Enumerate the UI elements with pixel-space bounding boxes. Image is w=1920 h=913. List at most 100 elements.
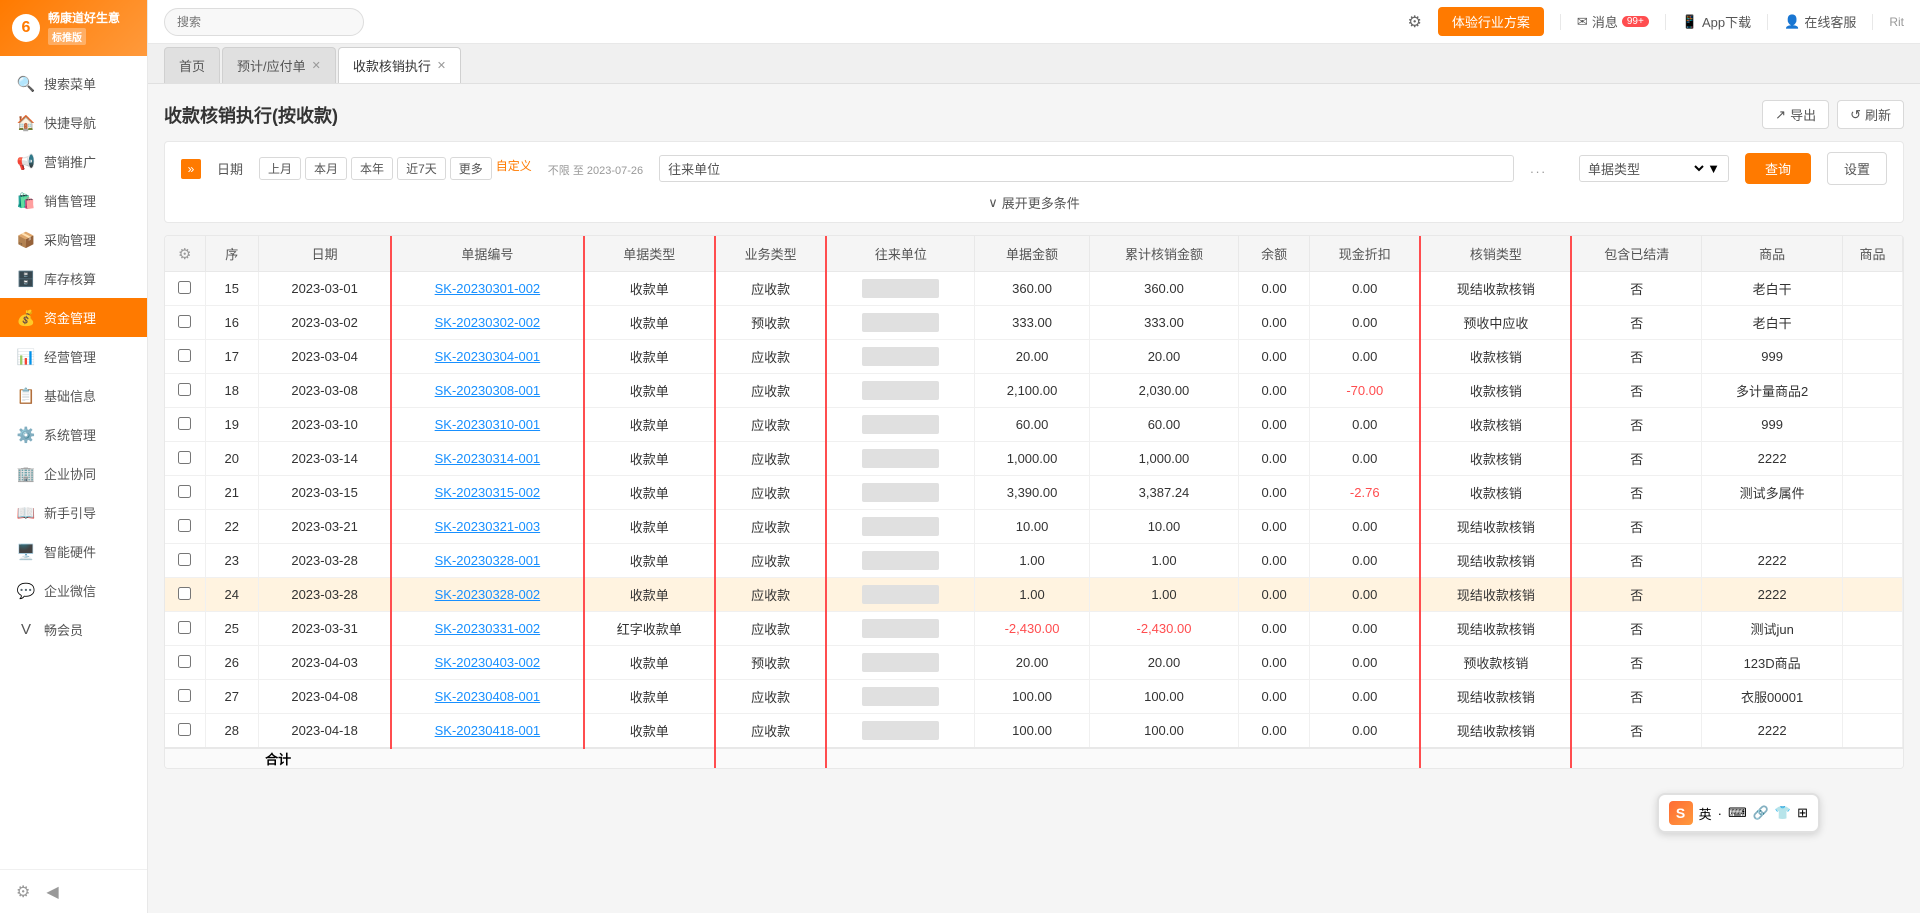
row-cash-discount: 0.00 <box>1310 714 1421 749</box>
bill-no-link[interactable]: SK-20230403-002 <box>435 655 541 670</box>
date-this-month[interactable]: 本月 <box>305 157 347 180</box>
row-product2 <box>1843 646 1903 680</box>
row-biz-type: 应收款 <box>715 272 827 306</box>
tab-collection[interactable]: 收款核销执行✕ <box>338 47 461 83</box>
sidebar-item-wechat[interactable]: 💬企业微信 <box>0 571 147 610</box>
bill-no-link[interactable]: SK-20230331-002 <box>435 621 541 636</box>
row-checkbox[interactable] <box>165 544 205 578</box>
bill-no-link[interactable]: SK-20230304-001 <box>435 349 541 364</box>
bill-no-link[interactable]: SK-20230328-001 <box>435 553 541 568</box>
tab-payable[interactable]: 预计/应付单✕ <box>222 47 336 83</box>
footer-bill-type <box>584 748 715 768</box>
row-bill-no: SK-20230418-001 <box>391 714 583 749</box>
row-checkbox[interactable] <box>165 646 205 680</box>
row-checkbox[interactable] <box>165 442 205 476</box>
bill-no-link[interactable]: SK-20230418-001 <box>435 723 541 738</box>
online-service[interactable]: 👤 在线客服 <box>1784 12 1856 31</box>
refresh-button[interactable]: ↺ 刷新 <box>1837 100 1904 129</box>
search-input[interactable] <box>164 8 364 36</box>
bill-no-link[interactable]: SK-20230321-003 <box>435 519 541 534</box>
table-row: 28 2023-04-18 SK-20230418-001 收款单 应收款 ██… <box>165 714 1903 749</box>
wechat-label: 企业微信 <box>44 581 96 600</box>
row-bill-no: SK-20230315-002 <box>391 476 583 510</box>
date-7days[interactable]: 近7天 <box>397 157 446 180</box>
row-checkbox[interactable] <box>165 612 205 646</box>
footer-cash-discount <box>1310 748 1421 768</box>
date-this-year[interactable]: 本年 <box>351 157 393 180</box>
partner-input[interactable] <box>720 161 1505 176</box>
date-last-month[interactable]: 上月 <box>259 157 301 180</box>
row-checkbox[interactable] <box>165 306 205 340</box>
collapse-icon[interactable]: ◀ <box>46 882 58 902</box>
sidebar-item-marketing[interactable]: 📢营销推广 <box>0 142 147 181</box>
bill-no-link[interactable]: SK-20230314-001 <box>435 451 541 466</box>
tab-close-collection[interactable]: ✕ <box>437 59 446 72</box>
mobile-icon: 📱 <box>1682 14 1698 30</box>
settings-col-header[interactable]: ⚙ <box>165 236 205 272</box>
row-checkbox[interactable] <box>165 374 205 408</box>
sidebar-item-finance[interactable]: 💰资金管理 <box>0 298 147 337</box>
sidebar-item-basic[interactable]: 📋基础信息 <box>0 376 147 415</box>
industry-btn[interactable]: 体验行业方案 <box>1438 7 1544 36</box>
row-bill-no: SK-20230304-001 <box>391 340 583 374</box>
sidebar-item-guide[interactable]: 📖新手引导 <box>0 493 147 532</box>
date-custom[interactable]: 自定义 <box>496 157 532 180</box>
tab-close-payable[interactable]: ✕ <box>312 59 321 72</box>
sidebar-item-enterprise[interactable]: 🏢企业协同 <box>0 454 147 493</box>
footer-product2 <box>1843 748 1903 768</box>
topbar-messages[interactable]: ✉ 消息 99+ <box>1577 12 1649 31</box>
app-download[interactable]: 📱 App下载 <box>1682 12 1751 31</box>
row-product: 衣服00001 <box>1702 680 1843 714</box>
sidebar-item-search[interactable]: 🔍搜索菜单 <box>0 64 147 103</box>
row-checkbox[interactable] <box>165 714 205 749</box>
row-checkbox[interactable] <box>165 578 205 612</box>
partner-col-header: 往来单位 <box>826 236 974 272</box>
bill-no-link[interactable]: SK-20230310-001 <box>435 417 541 432</box>
export-button[interactable]: ↗ 导出 <box>1762 100 1829 129</box>
sidebar-item-sales[interactable]: 🛍️销售管理 <box>0 181 147 220</box>
settings-button[interactable]: 设置 <box>1827 152 1887 185</box>
row-biz-type: 预收款 <box>715 646 827 680</box>
row-biz-type: 应收款 <box>715 476 827 510</box>
row-bill-no: SK-20230308-001 <box>391 374 583 408</box>
row-checkbox[interactable] <box>165 476 205 510</box>
expand-more-row[interactable]: ∨ 展开更多条件 <box>181 193 1887 212</box>
user-name[interactable]: Rit <box>1889 15 1904 29</box>
bill-no-link[interactable]: SK-20230328-002 <box>435 587 541 602</box>
receipt-type-select[interactable] <box>1648 160 1707 177</box>
refresh-icon: ↺ <box>1850 107 1861 123</box>
row-checkbox[interactable] <box>165 340 205 374</box>
sidebar-item-system[interactable]: ⚙️系统管理 <box>0 415 147 454</box>
sidebar-item-shortcut[interactable]: 🏠快捷导航 <box>0 103 147 142</box>
sidebar-item-inventory[interactable]: 🗄️库存核算 <box>0 259 147 298</box>
row-bill-type: 收款单 <box>584 374 715 408</box>
query-button[interactable]: 查询 <box>1745 153 1811 184</box>
bill-no-link[interactable]: SK-20230301-002 <box>435 281 541 296</box>
row-total-cancel: 1.00 <box>1089 544 1238 578</box>
sidebar-item-purchase[interactable]: 📦采购管理 <box>0 220 147 259</box>
cancel-type-col-header: 核销类型 <box>1420 236 1571 272</box>
message-badge: 99+ <box>1622 16 1649 27</box>
gear-icon[interactable]: ⚙ <box>1408 12 1422 32</box>
filter-expand-btn[interactable]: » <box>181 159 201 179</box>
row-seq: 18 <box>205 374 258 408</box>
sidebar-item-member[interactable]: V畅会员 <box>0 610 147 649</box>
row-checkbox[interactable] <box>165 408 205 442</box>
message-icon: ✉ <box>1577 14 1588 30</box>
sidebar-item-hardware[interactable]: 🖥️智能硬件 <box>0 532 147 571</box>
bill-no-link[interactable]: SK-20230315-002 <box>435 485 541 500</box>
bill-no-link[interactable]: SK-20230408-001 <box>435 689 541 704</box>
sidebar-item-operation[interactable]: 📊经营管理 <box>0 337 147 376</box>
bill-no-link[interactable]: SK-20230308-001 <box>435 383 541 398</box>
row-checkbox[interactable] <box>165 272 205 306</box>
date-more[interactable]: 更多 <box>450 157 492 180</box>
settings-footer-icon[interactable]: ⚙ <box>16 882 30 902</box>
row-include-settled: 否 <box>1571 646 1701 680</box>
row-checkbox[interactable] <box>165 680 205 714</box>
bill-no-link[interactable]: SK-20230302-002 <box>435 315 541 330</box>
row-cancel-type: 现结收款核销 <box>1420 612 1571 646</box>
tab-home[interactable]: 首页 <box>164 47 220 83</box>
receipt-type-filter: 单据类型 ▼ <box>1579 155 1729 182</box>
row-checkbox[interactable] <box>165 510 205 544</box>
row-bill-type: 收款单 <box>584 442 715 476</box>
